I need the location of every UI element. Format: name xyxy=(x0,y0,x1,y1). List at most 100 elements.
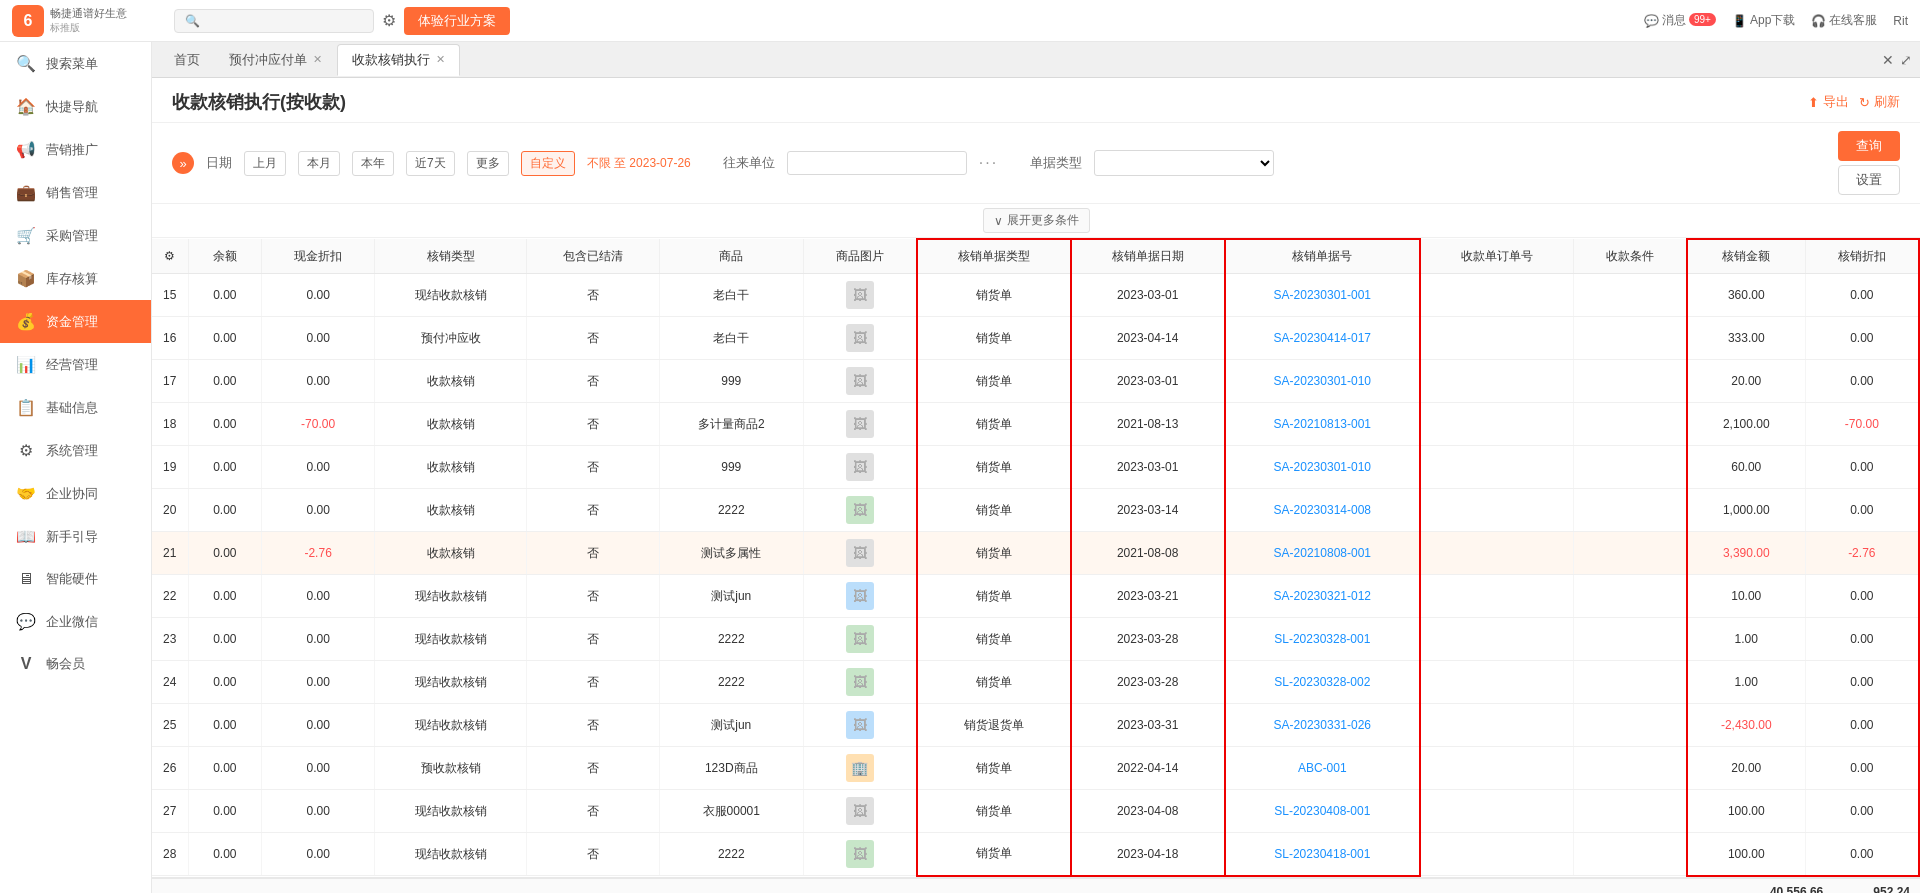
cell-bill-no[interactable]: SL-20230418-001 xyxy=(1225,833,1421,876)
bill-no-link[interactable]: SA-20230301-010 xyxy=(1274,374,1371,388)
top-search-area: 🔍 ⚙ 体验行业方案 xyxy=(174,7,1634,35)
cell-discount: 0.00 xyxy=(1805,833,1919,876)
th-discount: 核销折扣 xyxy=(1805,239,1919,274)
cell-condition xyxy=(1573,532,1687,575)
cell-bill-no[interactable]: SA-20210813-001 xyxy=(1225,403,1421,446)
purchase-icon: 🛒 xyxy=(16,226,36,245)
bill-no-link[interactable]: SA-20230321-012 xyxy=(1274,589,1371,603)
cell-goods: 多计量商品2 xyxy=(659,403,803,446)
tab-home[interactable]: 首页 xyxy=(160,45,214,75)
table-container[interactable]: ⚙ 余额 现金折扣 核销类型 包含已结清 商品 商品图片 核销单据类型 核销单据… xyxy=(152,238,1920,893)
bill-no-link[interactable]: ABC-001 xyxy=(1298,761,1347,775)
trial-btn[interactable]: 体验行业方案 xyxy=(404,7,510,35)
cell-balance: 0.00 xyxy=(188,489,262,532)
sidebar-item-marketing[interactable]: 📢 营销推广 xyxy=(0,128,151,171)
custom-btn[interactable]: 自定义 xyxy=(521,151,575,176)
cell-bill-no[interactable]: SA-20230314-008 xyxy=(1225,489,1421,532)
sidebar-item-biz[interactable]: 📊 经营管理 xyxy=(0,343,151,386)
settings-icon[interactable]: ⚙ xyxy=(382,11,396,30)
sidebar-item-inventory[interactable]: 📦 库存核算 xyxy=(0,257,151,300)
sidebar-item-sales[interactable]: 💼 销售管理 xyxy=(0,171,151,214)
cell-bill-date: 2023-04-08 xyxy=(1071,790,1225,833)
th-balance: 余额 xyxy=(188,239,262,274)
app-download-btn[interactable]: 📱 App下载 xyxy=(1732,12,1795,29)
cell-no: 24 xyxy=(152,661,188,704)
cell-type: 现结收款核销 xyxy=(375,575,527,618)
messages-btn[interactable]: 💬 消息 99+ xyxy=(1644,12,1716,29)
more-btn[interactable]: 更多 xyxy=(467,151,509,176)
this-year-btn[interactable]: 本年 xyxy=(352,151,394,176)
tab-prepay[interactable]: 预付冲应付单 ✕ xyxy=(214,44,337,76)
cell-bill-no[interactable]: SA-20230414-017 xyxy=(1225,317,1421,360)
bill-no-link[interactable]: SA-20210813-001 xyxy=(1274,417,1371,431)
bill-no-link[interactable]: SA-20230301-001 xyxy=(1274,288,1371,302)
cell-bill-no[interactable]: ABC-001 xyxy=(1225,747,1421,790)
last7-btn[interactable]: 近7天 xyxy=(406,151,455,176)
cell-bill-no[interactable]: SA-20230301-010 xyxy=(1225,446,1421,489)
cell-balance: 0.00 xyxy=(188,274,262,317)
tab-close-btn[interactable]: ✕ xyxy=(1882,52,1894,68)
setting-btn[interactable]: 设置 xyxy=(1838,165,1900,195)
bill-no-link[interactable]: SL-20230408-001 xyxy=(1274,804,1370,818)
export-btn[interactable]: ⬆ 导出 xyxy=(1808,93,1849,111)
tab-writeoff-close[interactable]: ✕ xyxy=(436,53,445,66)
cell-bill-no[interactable]: SA-20210808-001 xyxy=(1225,532,1421,575)
cell-balance: 0.00 xyxy=(188,704,262,747)
cell-order-no xyxy=(1420,833,1573,876)
cell-discount: 0.00 xyxy=(1805,618,1919,661)
last-month-btn[interactable]: 上月 xyxy=(244,151,286,176)
cell-cash-discount: 0.00 xyxy=(262,704,375,747)
cell-bill-no[interactable]: SA-20230301-001 xyxy=(1225,274,1421,317)
user-name[interactable]: Rit xyxy=(1893,14,1908,28)
sidebar-item-vip[interactable]: V 畅会员 xyxy=(0,643,151,685)
tab-expand-btn[interactable]: ⤢ xyxy=(1900,52,1912,68)
cell-balance: 0.00 xyxy=(188,532,262,575)
sidebar-item-search-menu[interactable]: 🔍 搜索菜单 xyxy=(0,42,151,85)
sidebar-item-quick-nav[interactable]: 🏠 快捷导航 xyxy=(0,85,151,128)
cell-goods-img: 🖼 xyxy=(803,489,917,532)
bill-no-link[interactable]: SA-20210808-001 xyxy=(1274,546,1371,560)
this-month-btn[interactable]: 本月 xyxy=(298,151,340,176)
sidebar-item-newbie[interactable]: 📖 新手引导 xyxy=(0,515,151,558)
cell-type: 现结收款核销 xyxy=(375,618,527,661)
th-type: 核销类型 xyxy=(375,239,527,274)
bill-no-link[interactable]: SL-20230328-001 xyxy=(1274,632,1370,646)
bill-no-link[interactable]: SA-20230301-010 xyxy=(1274,460,1371,474)
sidebar-item-capital[interactable]: 💰 资金管理 xyxy=(0,300,151,343)
sidebar-item-system[interactable]: ⚙ 系统管理 xyxy=(0,429,151,472)
sidebar-item-smarthw[interactable]: 🖥 智能硬件 xyxy=(0,558,151,600)
date-range: 不限 至 2023-07-26 xyxy=(587,155,691,172)
cell-bill-no[interactable]: SL-20230328-001 xyxy=(1225,618,1421,661)
sidebar-item-basic[interactable]: 📋 基础信息 xyxy=(0,386,151,429)
cell-goods: 衣服00001 xyxy=(659,790,803,833)
bill-no-link[interactable]: SA-20230331-026 xyxy=(1274,718,1371,732)
sidebar-item-corp[interactable]: 🤝 企业协同 xyxy=(0,472,151,515)
sidebar: 🔍 搜索菜单 🏠 快捷导航 📢 营销推广 💼 销售管理 🛒 采购管理 📦 库存核… xyxy=(0,42,152,893)
filter-expand-btn[interactable]: » xyxy=(172,152,194,174)
partner-input[interactable] xyxy=(787,151,967,175)
refresh-btn[interactable]: ↻ 刷新 xyxy=(1859,93,1900,111)
table-row: 23 0.00 0.00 现结收款核销 否 2222 🖼 销货单 2023-03… xyxy=(152,618,1919,661)
th-settings[interactable]: ⚙ xyxy=(152,239,188,274)
sidebar-item-wechat[interactable]: 💬 企业微信 xyxy=(0,600,151,643)
sidebar-item-purchase[interactable]: 🛒 采购管理 xyxy=(0,214,151,257)
cell-bill-date: 2023-03-14 xyxy=(1071,489,1225,532)
table-row: 22 0.00 0.00 现结收款核销 否 测试jun 🖼 销货单 2023-0… xyxy=(152,575,1919,618)
bill-no-link[interactable]: SA-20230314-008 xyxy=(1274,503,1371,517)
bill-no-link[interactable]: SL-20230418-001 xyxy=(1274,847,1370,861)
cell-bill-no[interactable]: SL-20230328-002 xyxy=(1225,661,1421,704)
cell-bill-no[interactable]: SA-20230301-010 xyxy=(1225,360,1421,403)
tab-writeoff[interactable]: 收款核销执行 ✕ xyxy=(337,44,460,76)
bill-no-link[interactable]: SL-20230328-002 xyxy=(1274,675,1370,689)
query-btn[interactable]: 查询 xyxy=(1838,131,1900,161)
expand-more-btn[interactable]: ∨ 展开更多条件 xyxy=(983,208,1090,233)
cell-bill-no[interactable]: SL-20230408-001 xyxy=(1225,790,1421,833)
cell-goods: 2222 xyxy=(659,833,803,876)
online-service-btn[interactable]: 🎧 在线客服 xyxy=(1811,12,1877,29)
bill-type-select[interactable] xyxy=(1094,150,1274,176)
bill-no-link[interactable]: SA-20230414-017 xyxy=(1274,331,1371,345)
tab-prepay-close[interactable]: ✕ xyxy=(313,53,322,66)
cell-bill-no[interactable]: SA-20230321-012 xyxy=(1225,575,1421,618)
cell-bill-type: 销货退货单 xyxy=(917,704,1071,747)
cell-bill-no[interactable]: SA-20230331-026 xyxy=(1225,704,1421,747)
